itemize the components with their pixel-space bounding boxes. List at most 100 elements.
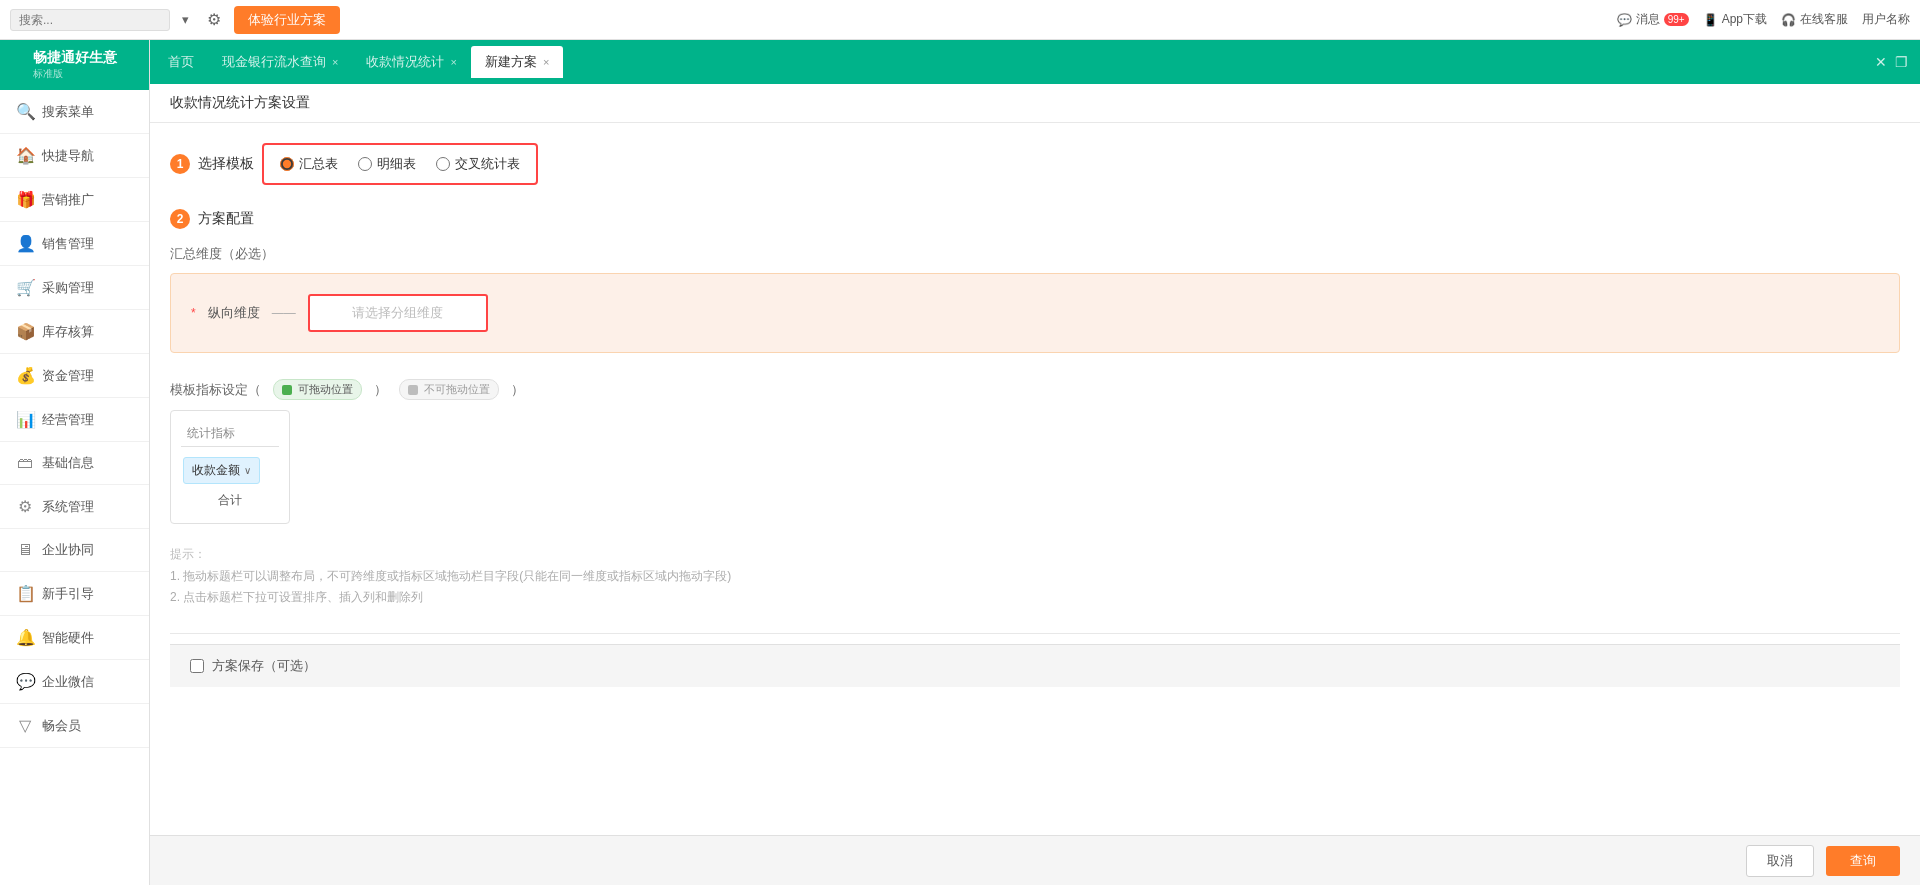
footer-save: 方案保存（可选） xyxy=(170,644,1900,687)
section2-title: 方案配置 xyxy=(198,210,254,228)
home-icon: 🏠 xyxy=(16,146,34,165)
radio-detail[interactable]: 明细表 xyxy=(358,155,416,173)
message-label: 消息 xyxy=(1636,11,1660,28)
sidebar-item-search[interactable]: 🔍 搜索菜单 xyxy=(0,90,149,134)
tab-receipt-label: 收款情况统计 xyxy=(366,53,444,71)
message-badge: 99+ xyxy=(1664,13,1689,26)
sidebar-item-corp[interactable]: 🖥 企业协同 xyxy=(0,529,149,572)
main-layout: 畅捷通好生意 标准版 🔍 搜索菜单 🏠 快捷导航 🎁 营销推广 👤 销售管理 🛒… xyxy=(0,40,1920,885)
sidebar-item-hardware[interactable]: 🔔 智能硬件 xyxy=(0,616,149,660)
radio-summary-label: 汇总表 xyxy=(299,155,338,173)
save-label[interactable]: 方案保存（可选） xyxy=(212,657,316,675)
radio-summary[interactable]: 汇总表 xyxy=(280,155,338,173)
sidebar-item-finance[interactable]: 💰 资金管理 xyxy=(0,354,149,398)
section1-number: 1 xyxy=(170,154,190,174)
tab-bar-actions: ✕ ❐ xyxy=(1875,54,1916,70)
template-selector: 汇总表 明细表 交叉统计表 xyxy=(262,143,538,185)
tab-restore-button[interactable]: ❐ xyxy=(1895,54,1908,70)
tab-cash[interactable]: 现金银行流水查询 × xyxy=(208,46,352,78)
version-label: 标准版 xyxy=(33,67,117,81)
sidebar-item-label: 企业协同 xyxy=(42,541,94,559)
sidebar-item-label: 营销推广 xyxy=(42,191,94,209)
radio-cross[interactable]: 交叉统计表 xyxy=(436,155,520,173)
tip1: 1. 拖动标题栏可以调整布局，不可跨维度或指标区域拖动栏目字段(只能在同一维度或… xyxy=(170,566,1900,588)
section1-header: 1 选择模板 汇总表 明细表 xyxy=(170,143,1900,185)
sidebar-item-member[interactable]: ▽ 畅会员 xyxy=(0,704,149,748)
top-bar: ▾ ⚙ 体验行业方案 💬 消息 99+ 📱 App下载 🎧 在线客服 用户名称 xyxy=(0,0,1920,40)
tab-cash-close[interactable]: × xyxy=(332,56,338,68)
top-bar-right: 💬 消息 99+ 📱 App下载 🎧 在线客服 用户名称 xyxy=(1617,11,1910,28)
sidebar-item-label: 搜索菜单 xyxy=(42,103,94,121)
gear-icon[interactable]: ⚙ xyxy=(200,6,228,34)
dimension-arrow: —— xyxy=(272,306,296,320)
download-item[interactable]: 📱 App下载 xyxy=(1703,11,1767,28)
guide-icon: 📋 xyxy=(16,584,34,603)
wechat-icon: 💬 xyxy=(16,672,34,691)
sidebar-item-label: 企业微信 xyxy=(42,673,94,691)
section2-header: 2 方案配置 xyxy=(170,209,1900,229)
stats-tag-dropdown-icon[interactable]: ∨ xyxy=(244,465,251,476)
finance-icon: 💰 xyxy=(16,366,34,385)
hardware-icon: 🔔 xyxy=(16,628,34,647)
tab-home-label: 首页 xyxy=(168,53,194,71)
dropdown-icon[interactable]: ▾ xyxy=(176,11,194,29)
radio-detail-label: 明细表 xyxy=(377,155,416,173)
industry-button[interactable]: 体验行业方案 xyxy=(234,6,340,34)
metrics-middle: ） xyxy=(374,381,387,399)
sidebar-item-basic[interactable]: 🗃 基础信息 xyxy=(0,442,149,485)
tips-area: 提示： 1. 拖动标题栏可以调整布局，不可跨维度或指标区域拖动栏目字段(只能在同… xyxy=(170,544,1900,609)
cancel-button[interactable]: 取消 xyxy=(1746,845,1814,877)
sidebar-logo: 畅捷通好生意 标准版 xyxy=(0,40,149,90)
sidebar: 畅捷通好生意 标准版 🔍 搜索菜单 🏠 快捷导航 🎁 营销推广 👤 销售管理 🛒… xyxy=(0,40,150,885)
radio-summary-input[interactable] xyxy=(280,157,294,171)
metrics-label: 模板指标设定（ xyxy=(170,381,261,399)
marketing-icon: 🎁 xyxy=(16,190,34,209)
sidebar-item-marketing[interactable]: 🎁 营销推广 xyxy=(0,178,149,222)
sidebar-item-system[interactable]: ⚙ 系统管理 xyxy=(0,485,149,529)
tab-receipt-close[interactable]: × xyxy=(450,56,456,68)
operations-icon: 📊 xyxy=(16,410,34,429)
sidebar-item-nav[interactable]: 🏠 快捷导航 xyxy=(0,134,149,178)
sales-icon: 👤 xyxy=(16,234,34,253)
message-item[interactable]: 💬 消息 99+ xyxy=(1617,11,1689,28)
query-button[interactable]: 查询 xyxy=(1826,846,1900,876)
sidebar-item-wechat[interactable]: 💬 企业微信 xyxy=(0,660,149,704)
sidebar-item-purchase[interactable]: 🛒 采购管理 xyxy=(0,266,149,310)
radio-detail-input[interactable] xyxy=(358,157,372,171)
tab-close-all-button[interactable]: ✕ xyxy=(1875,54,1887,70)
radio-cross-input[interactable] xyxy=(436,157,450,171)
sidebar-item-label: 资金管理 xyxy=(42,367,94,385)
sidebar-item-label: 销售管理 xyxy=(42,235,94,253)
tab-new-plan[interactable]: 新建方案 × xyxy=(471,46,563,78)
draggable-label: 可拖动位置 xyxy=(298,382,353,397)
dimension-area: * 纵向维度 —— 请选择分组维度 xyxy=(170,273,1900,353)
divider xyxy=(170,633,1900,634)
dimension-select[interactable]: 请选择分组维度 xyxy=(308,294,488,332)
tab-new-plan-close[interactable]: × xyxy=(543,56,549,68)
message-icon: 💬 xyxy=(1617,13,1632,27)
sidebar-item-label: 经营管理 xyxy=(42,411,94,429)
sidebar-item-label: 智能硬件 xyxy=(42,629,94,647)
sidebar-item-label: 畅会员 xyxy=(42,717,81,735)
stats-tag-amount[interactable]: 收款金额 ∨ xyxy=(183,457,260,484)
member-icon: ▽ xyxy=(16,716,34,735)
vertical-dimension-label: 纵向维度 xyxy=(208,304,260,322)
user-name[interactable]: 用户名称 xyxy=(1862,11,1910,28)
sidebar-item-inventory[interactable]: 📦 库存核算 xyxy=(0,310,149,354)
purchase-icon: 🛒 xyxy=(16,278,34,297)
logo-text: 畅捷通好生意 xyxy=(33,49,117,67)
top-bar-left: ▾ ⚙ 体验行业方案 xyxy=(10,6,1609,34)
system-icon: ⚙ xyxy=(16,497,34,516)
sidebar-item-operations[interactable]: 📊 经营管理 xyxy=(0,398,149,442)
sidebar-item-label: 快捷导航 xyxy=(42,147,94,165)
tab-receipt[interactable]: 收款情况统计 × xyxy=(352,46,470,78)
stats-label: 统计指标 xyxy=(181,421,279,447)
sidebar-item-label: 基础信息 xyxy=(42,454,94,472)
sidebar-item-sales[interactable]: 👤 销售管理 xyxy=(0,222,149,266)
sidebar-item-guide[interactable]: 📋 新手引导 xyxy=(0,572,149,616)
save-checkbox[interactable] xyxy=(190,659,204,673)
search-input[interactable] xyxy=(10,9,170,31)
non-draggable-label: 不可拖动位置 xyxy=(424,382,490,397)
tab-home[interactable]: 首页 xyxy=(154,46,208,78)
service-item[interactable]: 🎧 在线客服 xyxy=(1781,11,1848,28)
